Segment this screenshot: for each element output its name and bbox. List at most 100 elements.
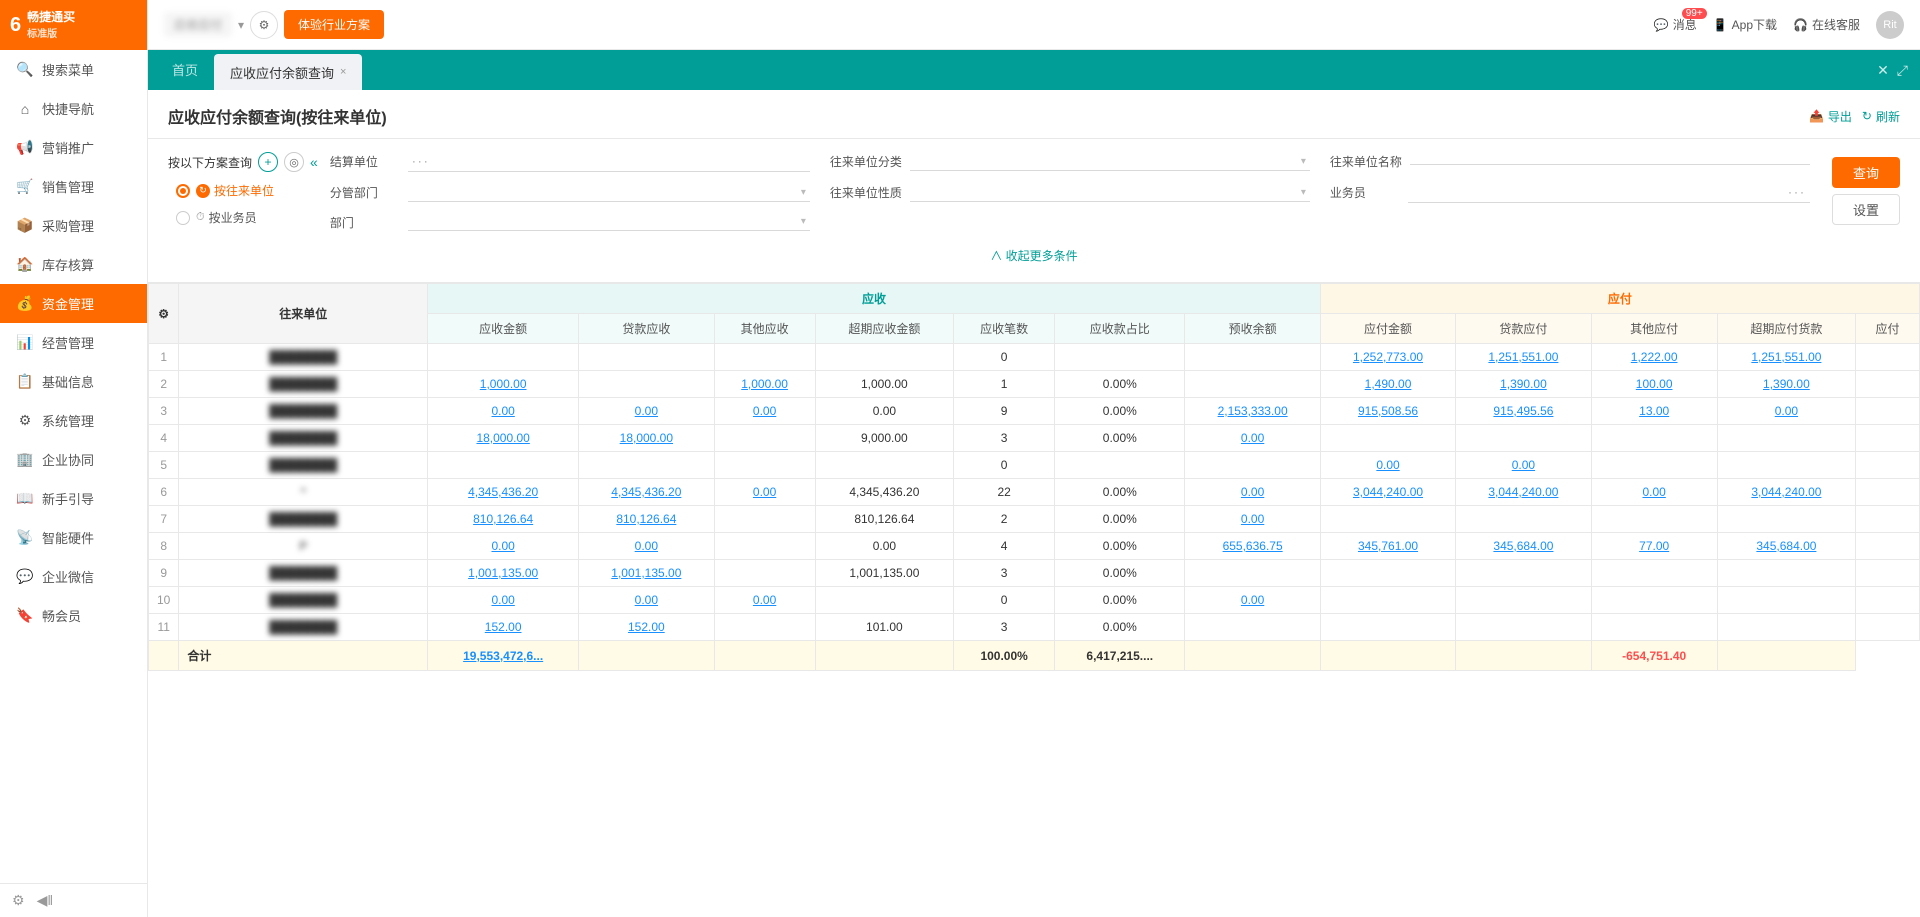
app-title: 应收应付: [164, 12, 232, 37]
collapse-more-button[interactable]: ∧ 收起更多条件: [168, 241, 1900, 270]
supervisor-dept-input[interactable]: ▾: [408, 184, 810, 202]
partner-nature-input[interactable]: ▾: [910, 184, 1310, 202]
filter-section: 按以下方案查询 + ◎ « ↻ 按往来单位: [148, 139, 1920, 283]
sidebar-item-member[interactable]: 🔖畅会员: [0, 596, 147, 635]
collapse-icon[interactable]: ◀‖: [37, 892, 54, 909]
table-row: 6^4,345,436.204,345,436.200.004,345,436.…: [149, 479, 1920, 506]
query-button[interactable]: 查询: [1832, 157, 1900, 188]
field-partner-name: 往来单位名称: [1330, 151, 1810, 172]
export-button[interactable]: 📤 导出: [1809, 108, 1852, 125]
th-pay-应付: 应付: [1856, 314, 1920, 344]
table-footer-row: 合计 19,553,472,6... 100.00% 6,417,215....…: [149, 641, 1920, 671]
filter-fields: 结算单位 ··· 往来单位分类 ▾ 往来单位名称: [330, 151, 1810, 231]
sidebar-item-search[interactable]: 🔍搜索菜单: [0, 50, 147, 89]
sidebar-item-finance[interactable]: 💰资金管理: [0, 284, 147, 323]
sidebar-item-shortcut[interactable]: ⌂快捷导航: [0, 89, 147, 128]
table-row: 9████████1,001,135.001,001,135.001,001,1…: [149, 560, 1920, 587]
hardware-icon: 📡: [16, 529, 34, 546]
page-actions: 📤 导出 ↻ 刷新: [1809, 108, 1900, 125]
table-receivable-group: 应收: [428, 284, 1321, 314]
sidebar: 6 畅捷通买 标准版 🔍搜索菜单⌂快捷导航📢营销推广🛒销售管理📦采购管理🏠库存核…: [0, 0, 148, 917]
operations-icon: 📊: [16, 334, 34, 351]
filter-add-button[interactable]: +: [258, 152, 278, 172]
th-pay-贷款应付: 贷款应付: [1456, 314, 1591, 344]
th-recv-应收笔数: 应收笔数: [954, 314, 1055, 344]
tab-home[interactable]: 首页: [156, 50, 214, 90]
partner-name-input[interactable]: [1410, 158, 1810, 165]
service-icon: 🎧: [1793, 18, 1808, 32]
table-row: 11████████152.00152.00101.0030.00%: [149, 614, 1920, 641]
table-row: 3████████0.000.000.000.0090.00%2,153,333…: [149, 398, 1920, 425]
member-icon: 🔖: [16, 607, 34, 624]
sidebar-item-sales[interactable]: 🛒销售管理: [0, 167, 147, 206]
th-recv-超期应收金额: 超期应收金额: [815, 314, 953, 344]
sidebar-item-operations[interactable]: 📊经营管理: [0, 323, 147, 362]
field-partner-nature: 往来单位性质 ▾: [830, 182, 1310, 203]
th-recv-其他应收: 其他应收: [714, 314, 815, 344]
table-gear-col[interactable]: ⚙: [149, 284, 179, 344]
refresh-button[interactable]: ↻ 刷新: [1862, 108, 1900, 125]
tab-close-icon[interactable]: ×: [340, 66, 346, 78]
sidebar-item-inventory[interactable]: 🏠库存核算: [0, 245, 147, 284]
filter-collapse-button[interactable]: «: [310, 154, 318, 170]
tab-current[interactable]: 应收应付余额查询 ×: [214, 54, 362, 90]
th-recv-贷款应收: 贷款应收: [579, 314, 714, 344]
tab-close-all[interactable]: ✕: [1877, 62, 1889, 79]
data-table: ⚙ 往来单位 应收 应付 应收金额贷款应收其他应收超期应收金额应收笔数应收款占比…: [148, 283, 1920, 671]
app-download-button[interactable]: 📱 App下载: [1713, 16, 1777, 33]
tab-expand[interactable]: ⤢: [1897, 62, 1908, 79]
sidebar-item-marketing[interactable]: 📢营销推广: [0, 128, 147, 167]
filter-scheme-button[interactable]: ◎: [284, 152, 304, 172]
settings-icon[interactable]: ⚙: [12, 892, 25, 909]
sidebar-item-info[interactable]: 📋基础信息: [0, 362, 147, 401]
avatar[interactable]: Rit: [1876, 11, 1904, 39]
th-recv-应收金额: 应收金额: [428, 314, 579, 344]
gear-button[interactable]: ⚙: [250, 11, 278, 39]
table-row: 1████████01,252,773.001,251,551.001,222.…: [149, 344, 1920, 371]
table-row: 7████████810,126.64810,126.64810,126.642…: [149, 506, 1920, 533]
sidebar-item-hardware[interactable]: 📡智能硬件: [0, 518, 147, 557]
th-recv-应收款占比: 应收款占比: [1055, 314, 1185, 344]
th-pay-应付金额: 应付金额: [1320, 314, 1455, 344]
shortcut-icon: ⌂: [16, 101, 34, 117]
promo-button[interactable]: 体验行业方案: [284, 10, 384, 39]
page-header: 应收应付余额查询(按往来单位) 📤 导出 ↻ 刷新: [148, 90, 1920, 139]
message-icon: 💬: [1654, 18, 1669, 32]
online-service-button[interactable]: 🎧 在线客服: [1793, 16, 1860, 33]
wechat-icon: 💬: [16, 568, 34, 585]
salesperson-input[interactable]: ···: [1408, 182, 1810, 203]
footer-pay-overdue: -654,751.40: [1591, 641, 1717, 671]
inventory-icon: 🏠: [16, 256, 34, 273]
th-pay-超期应付货款: 超期应付货款: [1717, 314, 1855, 344]
partner-category-input[interactable]: ▾: [910, 153, 1310, 171]
message-button[interactable]: 💬 消息 99+: [1654, 16, 1697, 33]
guide-icon: 📖: [16, 490, 34, 507]
table-section: ⚙ 往来单位 应收 应付 应收金额贷款应收其他应收超期应收金额应收笔数应收款占比…: [148, 283, 1920, 671]
scheme-option-partner[interactable]: ↻ 按往来单位: [168, 178, 318, 203]
app-logo: 6 畅捷通买 标准版: [0, 0, 147, 50]
export-icon: 📤: [1809, 109, 1824, 123]
enterprise-icon: 🏢: [16, 451, 34, 468]
sidebar-item-wechat[interactable]: 💬企业微信: [0, 557, 147, 596]
marketing-icon: 📢: [16, 139, 34, 156]
sidebar-item-system[interactable]: ⚙系统管理: [0, 401, 147, 440]
sidebar-item-purchase[interactable]: 📦采购管理: [0, 206, 147, 245]
scheme-selector: 按以下方案查询 + ◎ « ↻ 按往来单位: [168, 152, 318, 230]
breadcrumb-area: 应收应付 ▾ ⚙ 体验行业方案: [164, 10, 1644, 39]
department-input[interactable]: ▾: [408, 213, 810, 231]
app-version: 标准版: [27, 25, 75, 40]
scheme-option-salesperson[interactable]: ⏱ 按业务员: [168, 205, 318, 230]
field-salesperson: 业务员 ···: [1330, 182, 1810, 203]
settings-button[interactable]: 设置: [1832, 194, 1900, 225]
page-container: 应收应付余额查询(按往来单位) 📤 导出 ↻ 刷新 按以下方案查询: [148, 90, 1920, 917]
footer-recv-prepay: 6,417,215....: [1055, 641, 1185, 671]
sidebar-item-enterprise[interactable]: 🏢企业协同: [0, 440, 147, 479]
tab-bar: 首页 应收应付余额查询 × ✕ ⤢: [148, 50, 1920, 90]
finance-icon: 💰: [16, 295, 34, 312]
table-row: 2████████1,000.001,000.001,000.0010.00%1…: [149, 371, 1920, 398]
sidebar-item-guide[interactable]: 📖新手引导: [0, 479, 147, 518]
settlement-unit-input[interactable]: ···: [408, 151, 810, 172]
table-row: 8P0.000.000.0040.00%655,636.75345,761.00…: [149, 533, 1920, 560]
footer-recv-ratio: 100.00%: [954, 641, 1055, 671]
table-row: 5████████00.000.00: [149, 452, 1920, 479]
